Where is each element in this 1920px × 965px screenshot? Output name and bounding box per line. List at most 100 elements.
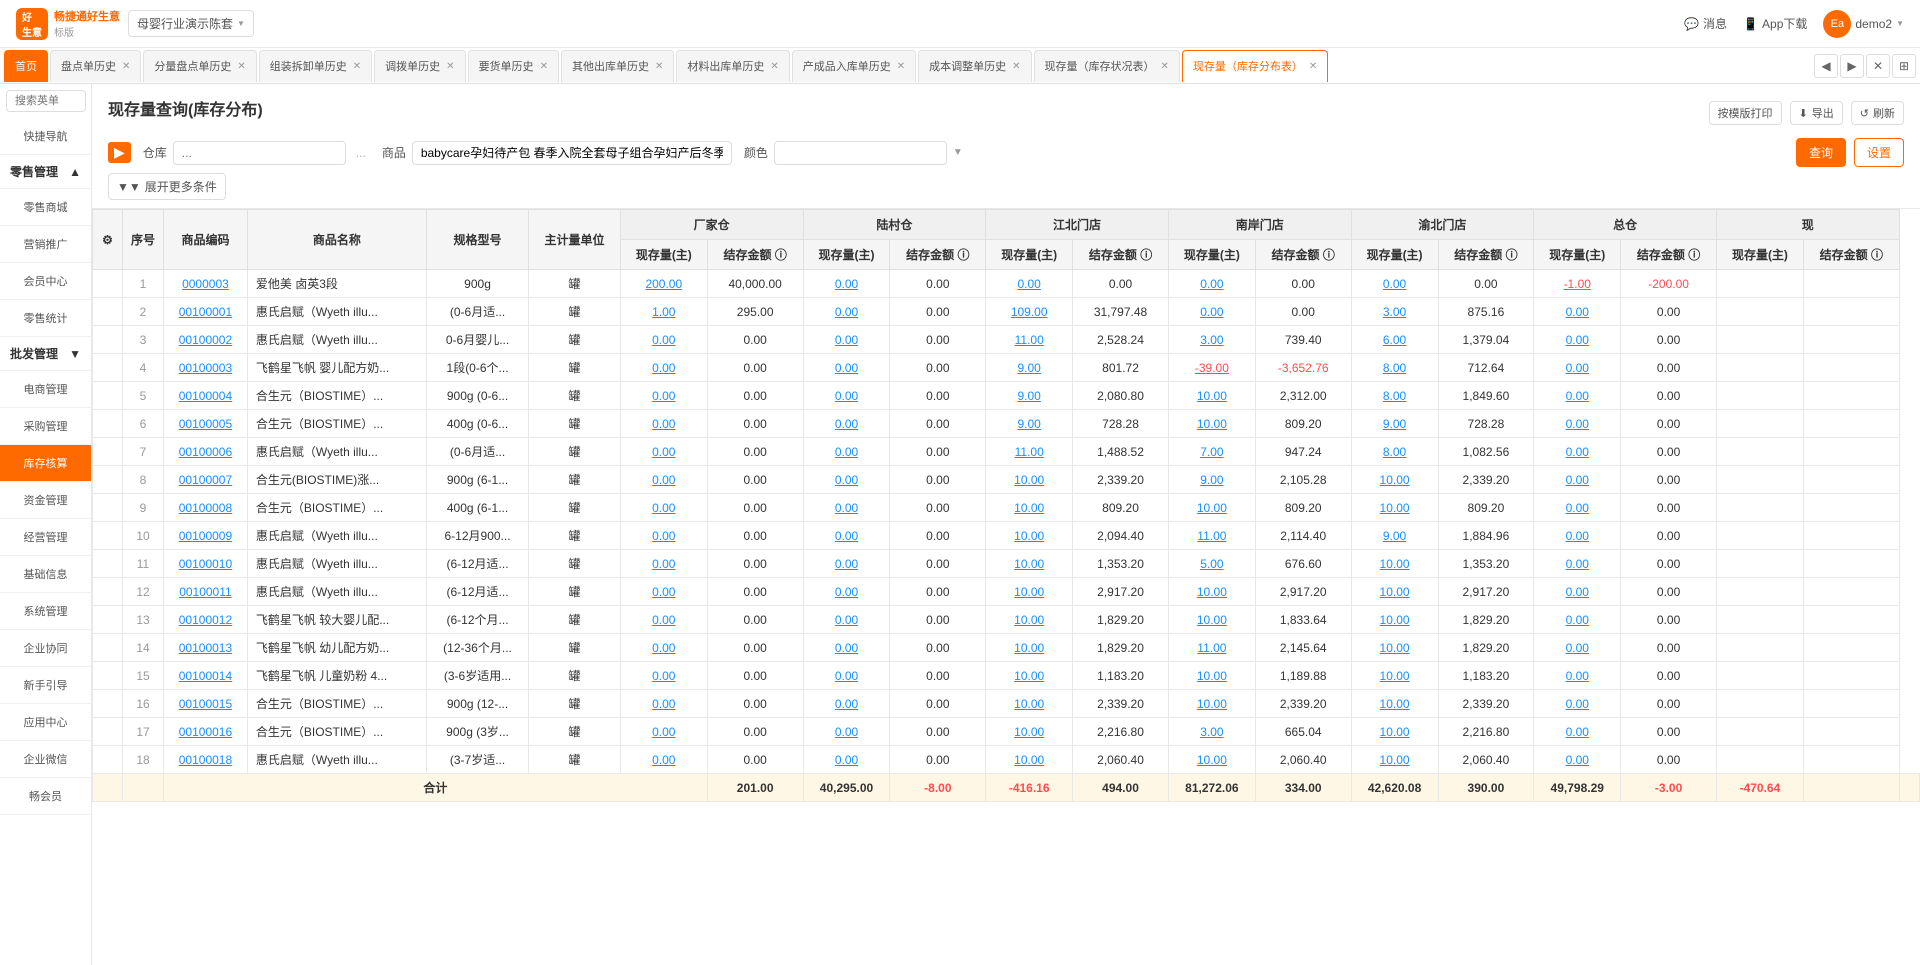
table-cell[interactable]: 10.00 (986, 466, 1073, 494)
table-cell[interactable]: 00100004 (164, 382, 248, 410)
close-icon[interactable]: ✕ (1309, 61, 1317, 72)
table-cell[interactable]: 10.00 (1351, 690, 1438, 718)
tab-transfer[interactable]: 调拨单历史 ✕ (374, 50, 465, 82)
close-icon[interactable]: ✕ (122, 61, 130, 72)
table-cell[interactable]: 0.00 (803, 746, 890, 774)
table-cell[interactable]: 10.00 (1168, 578, 1255, 606)
table-cell[interactable]: 0.00 (1534, 606, 1621, 634)
sidebar-item-enterprise[interactable]: 企业协同 (0, 630, 91, 667)
table-cell[interactable]: 0.00 (803, 326, 890, 354)
table-cell[interactable]: 9.00 (986, 382, 1073, 410)
sidebar-item-purchase[interactable]: 采购管理 (0, 408, 91, 445)
table-cell[interactable]: 8.00 (1351, 438, 1438, 466)
table-cell[interactable]: 10.00 (986, 606, 1073, 634)
tab-other-out[interactable]: 其他出库单历史 ✕ (561, 50, 674, 82)
refresh-btn[interactable]: ↺ 刷新 (1851, 101, 1904, 125)
table-cell[interactable]: 10.00 (986, 746, 1073, 774)
user-profile[interactable]: Ea demo2 ▼ (1823, 10, 1904, 38)
table-cell[interactable]: 10.00 (1351, 466, 1438, 494)
collapse-filter-btn[interactable]: ▶ (108, 142, 131, 163)
table-cell[interactable]: 10.00 (1351, 718, 1438, 746)
table-cell[interactable]: 0.00 (620, 326, 707, 354)
table-cell[interactable]: 10.00 (986, 634, 1073, 662)
table-cell[interactable]: 10.00 (1351, 662, 1438, 690)
table-cell[interactable]: 0.00 (986, 270, 1073, 298)
tab-stock-dist[interactable]: 现存量（库存分布表） ✕ (1182, 50, 1328, 82)
table-cell[interactable]: 0000003 (164, 270, 248, 298)
warehouse-input[interactable] (173, 141, 346, 165)
table-cell[interactable]: 10.00 (1168, 606, 1255, 634)
table-cell[interactable]: 10.00 (986, 522, 1073, 550)
tab-product-in[interactable]: 产成品入库单历史 ✕ (792, 50, 916, 82)
table-cell[interactable]: 11.00 (1168, 634, 1255, 662)
table-cell[interactable]: 10.00 (1351, 746, 1438, 774)
close-icon[interactable]: ✕ (237, 61, 245, 72)
tab-assembly[interactable]: 组装拆卸单历史 ✕ (259, 50, 372, 82)
app-download-btn[interactable]: 📱 App下载 (1743, 15, 1807, 32)
table-cell[interactable]: 0.00 (1534, 634, 1621, 662)
table-cell[interactable]: 00100015 (164, 690, 248, 718)
tab-close-btn[interactable]: ✕ (1866, 54, 1890, 78)
product-input[interactable] (412, 141, 732, 165)
table-cell[interactable]: 0.00 (1534, 522, 1621, 550)
table-cell[interactable]: 0.00 (620, 634, 707, 662)
export-btn[interactable]: ⬇ 导出 (1790, 101, 1843, 125)
table-cell[interactable]: 0.00 (620, 438, 707, 466)
table-cell[interactable]: 0.00 (803, 410, 890, 438)
close-icon[interactable]: ✕ (1161, 61, 1169, 72)
table-cell[interactable]: 0.00 (803, 522, 890, 550)
tab-stock-status[interactable]: 现存量（库存状况表） ✕ (1034, 50, 1180, 82)
table-cell[interactable]: 0.00 (620, 382, 707, 410)
table-cell[interactable]: 00100013 (164, 634, 248, 662)
table-cell[interactable]: 00100018 (164, 746, 248, 774)
table-cell[interactable]: 11.00 (986, 438, 1073, 466)
table-cell[interactable]: 9.00 (986, 354, 1073, 382)
table-cell[interactable]: 6.00 (1351, 326, 1438, 354)
table-cell[interactable]: 10.00 (1351, 606, 1438, 634)
table-cell[interactable]: 00100005 (164, 410, 248, 438)
table-cell[interactable]: 0.00 (1534, 578, 1621, 606)
table-cell[interactable]: 10.00 (1351, 494, 1438, 522)
close-icon[interactable]: ✕ (897, 61, 905, 72)
table-cell[interactable]: 00100006 (164, 438, 248, 466)
table-cell[interactable]: 00100011 (164, 578, 248, 606)
table-cell[interactable]: 10.00 (1351, 578, 1438, 606)
table-cell[interactable]: 0.00 (803, 270, 890, 298)
table-cell[interactable]: 9.00 (1351, 410, 1438, 438)
table-cell[interactable]: 0.00 (1534, 550, 1621, 578)
table-cell[interactable]: 0.00 (620, 550, 707, 578)
industry-selector[interactable]: 母婴行业演示陈套 ▼ (128, 10, 254, 37)
sidebar-item-members[interactable]: 畅会员 (0, 778, 91, 815)
table-cell[interactable]: -39.00 (1168, 354, 1255, 382)
table-cell[interactable]: 0.00 (620, 690, 707, 718)
table-cell[interactable]: 9.00 (986, 410, 1073, 438)
table-cell[interactable]: 00100008 (164, 494, 248, 522)
table-cell[interactable]: 10.00 (1351, 634, 1438, 662)
sidebar-item-finance[interactable]: 资金管理 (0, 482, 91, 519)
table-cell[interactable]: 0.00 (803, 634, 890, 662)
table-cell[interactable]: 0.00 (620, 466, 707, 494)
table-cell[interactable]: 10.00 (1168, 690, 1255, 718)
close-icon[interactable]: ✕ (770, 61, 778, 72)
table-cell[interactable]: 0.00 (803, 690, 890, 718)
sidebar-item-operation[interactable]: 经营管理 (0, 519, 91, 556)
table-cell[interactable]: 00100009 (164, 522, 248, 550)
table-cell[interactable]: 0.00 (620, 718, 707, 746)
table-cell[interactable]: 0.00 (620, 606, 707, 634)
table-cell[interactable]: 0.00 (620, 746, 707, 774)
tab-expand-btn[interactable]: ⊞ (1892, 54, 1916, 78)
tab-prev-btn[interactable]: ◀ (1814, 54, 1838, 78)
table-cell[interactable]: 10.00 (986, 578, 1073, 606)
table-cell[interactable]: 00100010 (164, 550, 248, 578)
table-cell[interactable]: 0.00 (1534, 354, 1621, 382)
table-cell[interactable]: 8.00 (1351, 382, 1438, 410)
sidebar-item-retail-mgmt[interactable]: 零售管理 ▲ (0, 155, 91, 189)
table-cell[interactable]: 10.00 (1168, 746, 1255, 774)
sidebar-item-wholesale[interactable]: 批发管理 ▼ (0, 337, 91, 371)
table-cell[interactable]: 0.00 (803, 606, 890, 634)
table-cell[interactable]: 0.00 (803, 354, 890, 382)
table-cell[interactable]: 0.00 (620, 578, 707, 606)
sidebar-item-system[interactable]: 系统管理 (0, 593, 91, 630)
tab-cost-adjust[interactable]: 成本调整单历史 ✕ (918, 50, 1031, 82)
table-cell[interactable]: 109.00 (986, 298, 1073, 326)
